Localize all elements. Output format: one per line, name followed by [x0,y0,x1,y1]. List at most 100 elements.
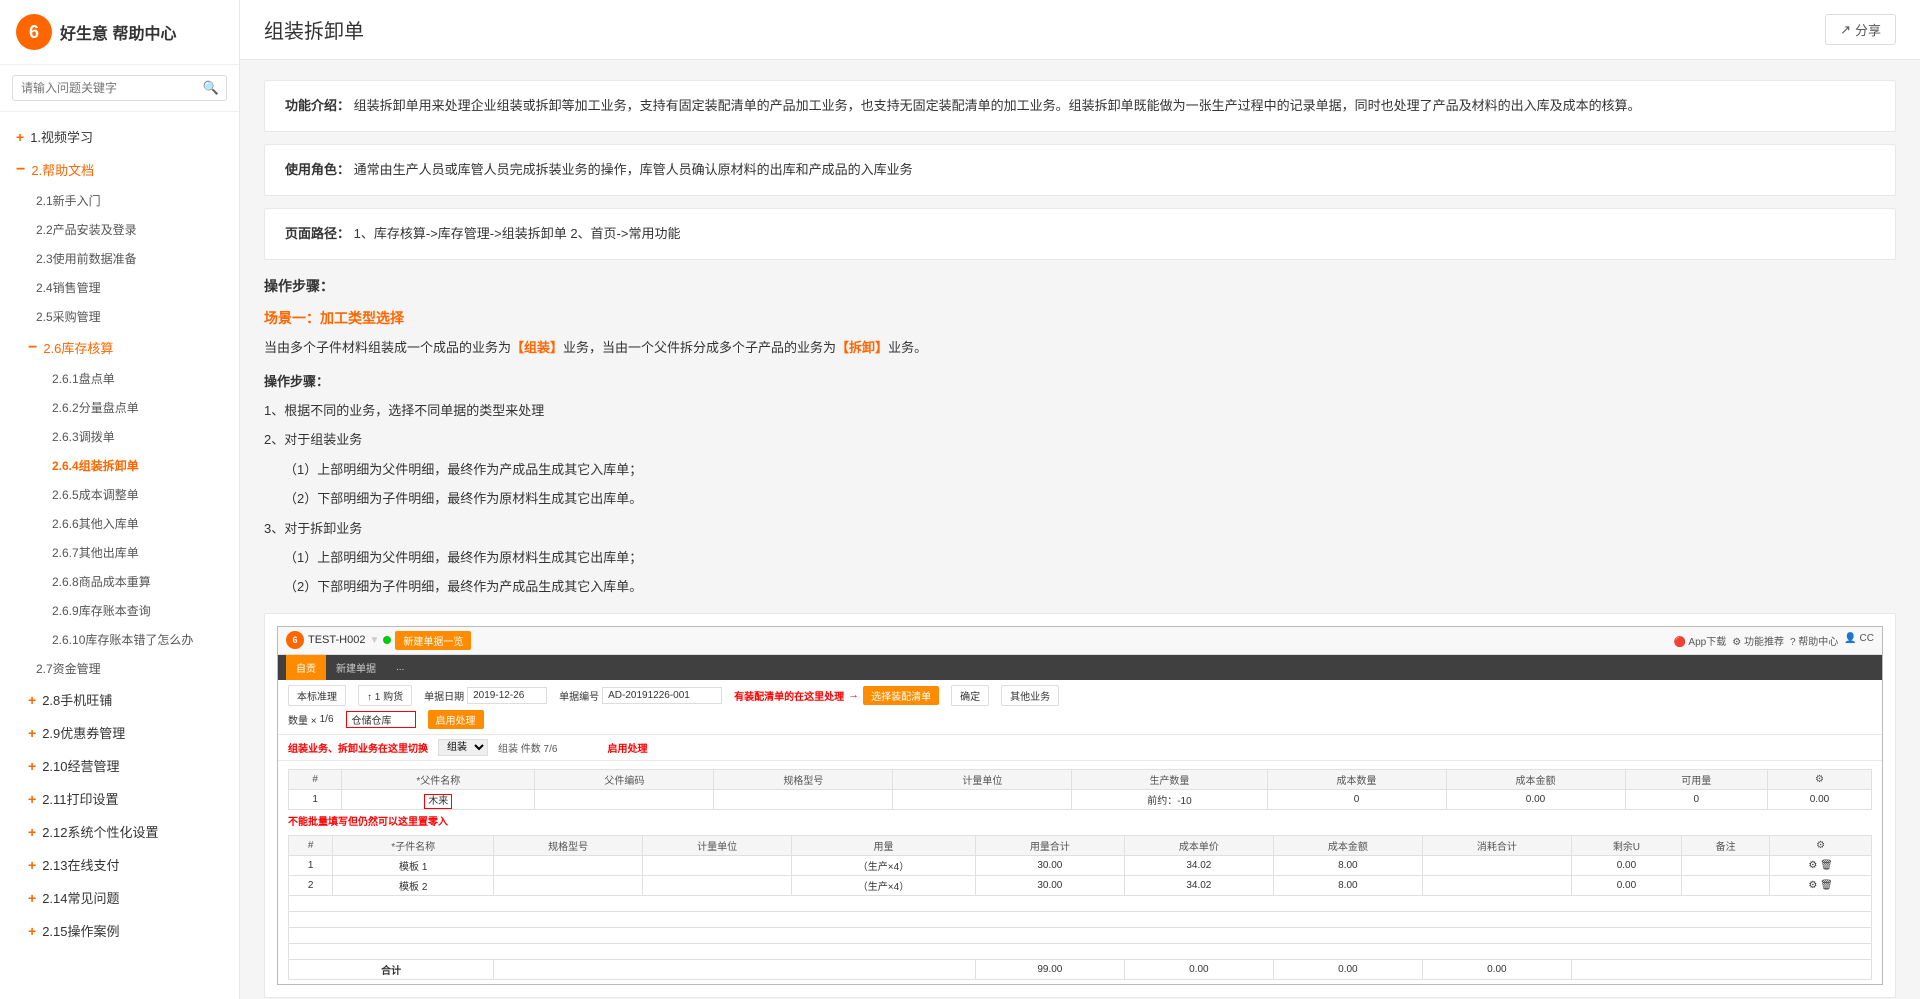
sim-bcol-note: 备注 [1682,835,1770,855]
sim-form-row2: 数量 × 1/6 启用处理 [288,710,1872,729]
sim-cancel-btn[interactable]: 其他业务 [1001,685,1059,706]
sim-date-label: 单据日期 [424,688,464,703]
sidebar-item-data[interactable]: 2.3使用前数据准备 [0,244,239,273]
sidebar-item-case[interactable]: + 2.15操作案例 [0,914,239,947]
sim-footer-qty: 99.00 [975,959,1124,979]
assembly-label: 【组装】 [511,340,563,355]
sidebar-item-fund[interactable]: 2.7资金管理 [0,654,239,683]
sim-btd-costprice: 34.02 [1124,855,1273,875]
sidebar-item-custom[interactable]: + 2.12系统个性化设置 [0,815,239,848]
sidebar-item-video[interactable]: + 1.视频学习 [0,120,239,153]
sidebar-item-install[interactable]: 2.2产品安装及登录 [0,215,239,244]
page-header: 组装拆卸单 ↗ 分享 [240,0,1920,60]
share-label: 分享 [1855,20,1881,39]
sim-date-input[interactable] [467,687,547,704]
sidebar-item-purchase[interactable]: 2.5采购管理 [0,302,239,331]
sim-form-fields: 本标准理 ↑ 1 购货 单据日期 单据编号 有装配清单的在这里处理 [288,685,1872,706]
sim-bcol-costamt: 成本金额 [1273,835,1422,855]
sim-footer-blank2 [1571,959,1871,979]
sim-nav-zg[interactable]: 自贡 [286,655,326,680]
sidebar-item-docs[interactable]: − 2.帮助文档 [0,153,239,186]
sim-annotation-enable: 启用处理 [607,740,647,755]
sidebar-item-ops[interactable]: + 2.10经营管理 [0,749,239,782]
sim-td-code [535,789,714,809]
sim-btd-remain: 0.00 [1571,875,1681,895]
sim-type-row: 组装业务、拆卸业务在这里切换 组装 拆卸 组装 件数 7/6 启用处理 [278,735,1882,761]
sim-td-name: 木来 [342,789,535,809]
sidebar-item-label: 2.10经营管理 [42,756,119,775]
sim-td-unit [893,789,1072,809]
sim-nav-more[interactable]: ... [386,657,414,678]
search-input[interactable] [12,75,227,101]
sim-nav-new[interactable]: 新建单据 [326,655,386,680]
sidebar-item-sales[interactable]: 2.4销售管理 [0,273,239,302]
sidebar-item-other-in[interactable]: 2.6.6其他入库单 [0,509,239,538]
step1: 1、根据不同的业务，选择不同单据的类型来处理 [264,399,1896,422]
sidebar-item-cost-calc[interactable]: 2.6.8商品成本重算 [0,567,239,596]
sidebar-item-print[interactable]: + 2.11打印设置 [0,782,239,815]
sim-type-select[interactable]: 组装 拆卸 [438,739,488,756]
sim-warehouse-input[interactable] [346,711,416,728]
sidebar-item-inventory[interactable]: − 2.6库存核算 [0,331,239,364]
sim-footer-blank [494,959,976,979]
sim-select-bom-btn[interactable]: 选择装配清单 [863,686,939,705]
sidebar-item-newbie[interactable]: 2.1新手入门 [0,186,239,215]
sim-col-prod-qty: 生产数量 [1072,769,1267,789]
sidebar-item-transfer[interactable]: 2.6.3调拨单 [0,422,239,451]
sim-col-unit: 计量单位 [893,769,1072,789]
path-box: 页面路径： 1、库存核算->库存管理->组装拆卸单 2、首页->常用功能 [264,208,1896,260]
step2-1: （1）上部明细为父件明细，最终作为产成品生成其它入库单； [264,458,1896,481]
sidebar-item-coupon[interactable]: + 2.9优惠券管理 [0,716,239,749]
sim-btn-gohuo[interactable]: ↑ 1 购货 [358,685,412,706]
path-label: 页面路径： [285,226,350,241]
sim-btd-remain: 0.00 [1571,855,1681,875]
sidebar-item-partition[interactable]: 2.6.2分量盘点单 [0,393,239,422]
sim-btd-consume [1422,855,1571,875]
sidebar-item-mobile[interactable]: + 2.8手机旺铺 [0,683,239,716]
sim-confirm-btn[interactable]: 确定 [951,685,989,706]
sim-btd-unit [643,875,792,895]
expand-icon: + [28,857,36,873]
sim-td-name-box: 木来 [424,794,452,809]
sidebar-item-assembly[interactable]: 2.6.4组装拆卸单 [0,451,239,480]
collapse-icon: − [28,340,37,356]
sim-billno-label: 单据编号 [559,688,599,703]
sim-td-costqty: 0 [1267,789,1446,809]
sidebar-item-other-out[interactable]: 2.6.7其他出库单 [0,538,239,567]
sim-btd-consume [1422,875,1571,895]
table-row [289,927,1872,943]
sim-date-field: 单据日期 [424,687,547,704]
sim-btd-note [1682,855,1770,875]
sidebar-item-pay[interactable]: + 2.13在线支付 [0,848,239,881]
sidebar-item-stocktake[interactable]: 2.6.1盘点单 [0,364,239,393]
expand-icon: + [28,725,36,741]
feature-intro-label: 功能介绍： [285,98,350,113]
screenshot-container: 6 TEST-H002 ▼ 新建单据一览 🔴 App下载 ⚙ 功能推荐 ? 帮助… [264,613,1896,998]
sim-topbar: 6 TEST-H002 ▼ 新建单据一览 🔴 App下载 ⚙ 功能推荐 ? 帮助… [278,627,1882,655]
sim-logo: 6 [286,631,304,649]
sidebar-item-faq[interactable]: + 2.14常见问题 [0,881,239,914]
sim-billno-input[interactable] [602,687,722,704]
sim-top-table-area: # *父件名称 父件编码 规格型号 计量单位 生产数量 成本数量 成本金额 可用… [278,761,1882,810]
sim-company-id: TEST-H002 [308,634,365,646]
sim-td-spec [714,789,893,809]
logo-icon: 6 [16,14,52,50]
role-box: 使用角色： 通常由生产人员或库管人员完成拆装业务的操作，库管人员确认原材料的出库… [264,144,1896,196]
sim-new-btn[interactable]: 新建单据一览 [395,631,471,650]
sidebar-item-ledger[interactable]: 2.6.9库存账本查询 [0,596,239,625]
sim-btn-biaozun[interactable]: 本标准理 [288,685,346,706]
ops-sub-label: 操作步骤： [264,370,1896,393]
feature-intro-box: 功能介绍： 组装拆卸单用来处理企业组装或拆卸等加工业务，支持有固定装配清单的产品… [264,80,1896,132]
share-button[interactable]: ↗ 分享 [1825,14,1896,45]
sidebar-item-error[interactable]: 2.6.10库存账本错了怎么办 [0,625,239,654]
share-icon: ↗ [1840,22,1851,38]
expand-icon: + [28,824,36,840]
content-area: 功能介绍： 组装拆卸单用来处理企业组装或拆卸等加工业务，支持有固定装配清单的产品… [240,60,1920,999]
expand-icon: + [28,923,36,939]
collapse-icon: − [16,162,25,178]
sidebar-item-cost[interactable]: 2.6.5成本调整单 [0,480,239,509]
sim-td-costamt: 0.00 [1446,789,1625,809]
sim-enable-btn[interactable]: 启用处理 [428,710,484,729]
role-label: 使用角色： [285,162,350,177]
sim-bcol-costprice: 成本单价 [1124,835,1273,855]
